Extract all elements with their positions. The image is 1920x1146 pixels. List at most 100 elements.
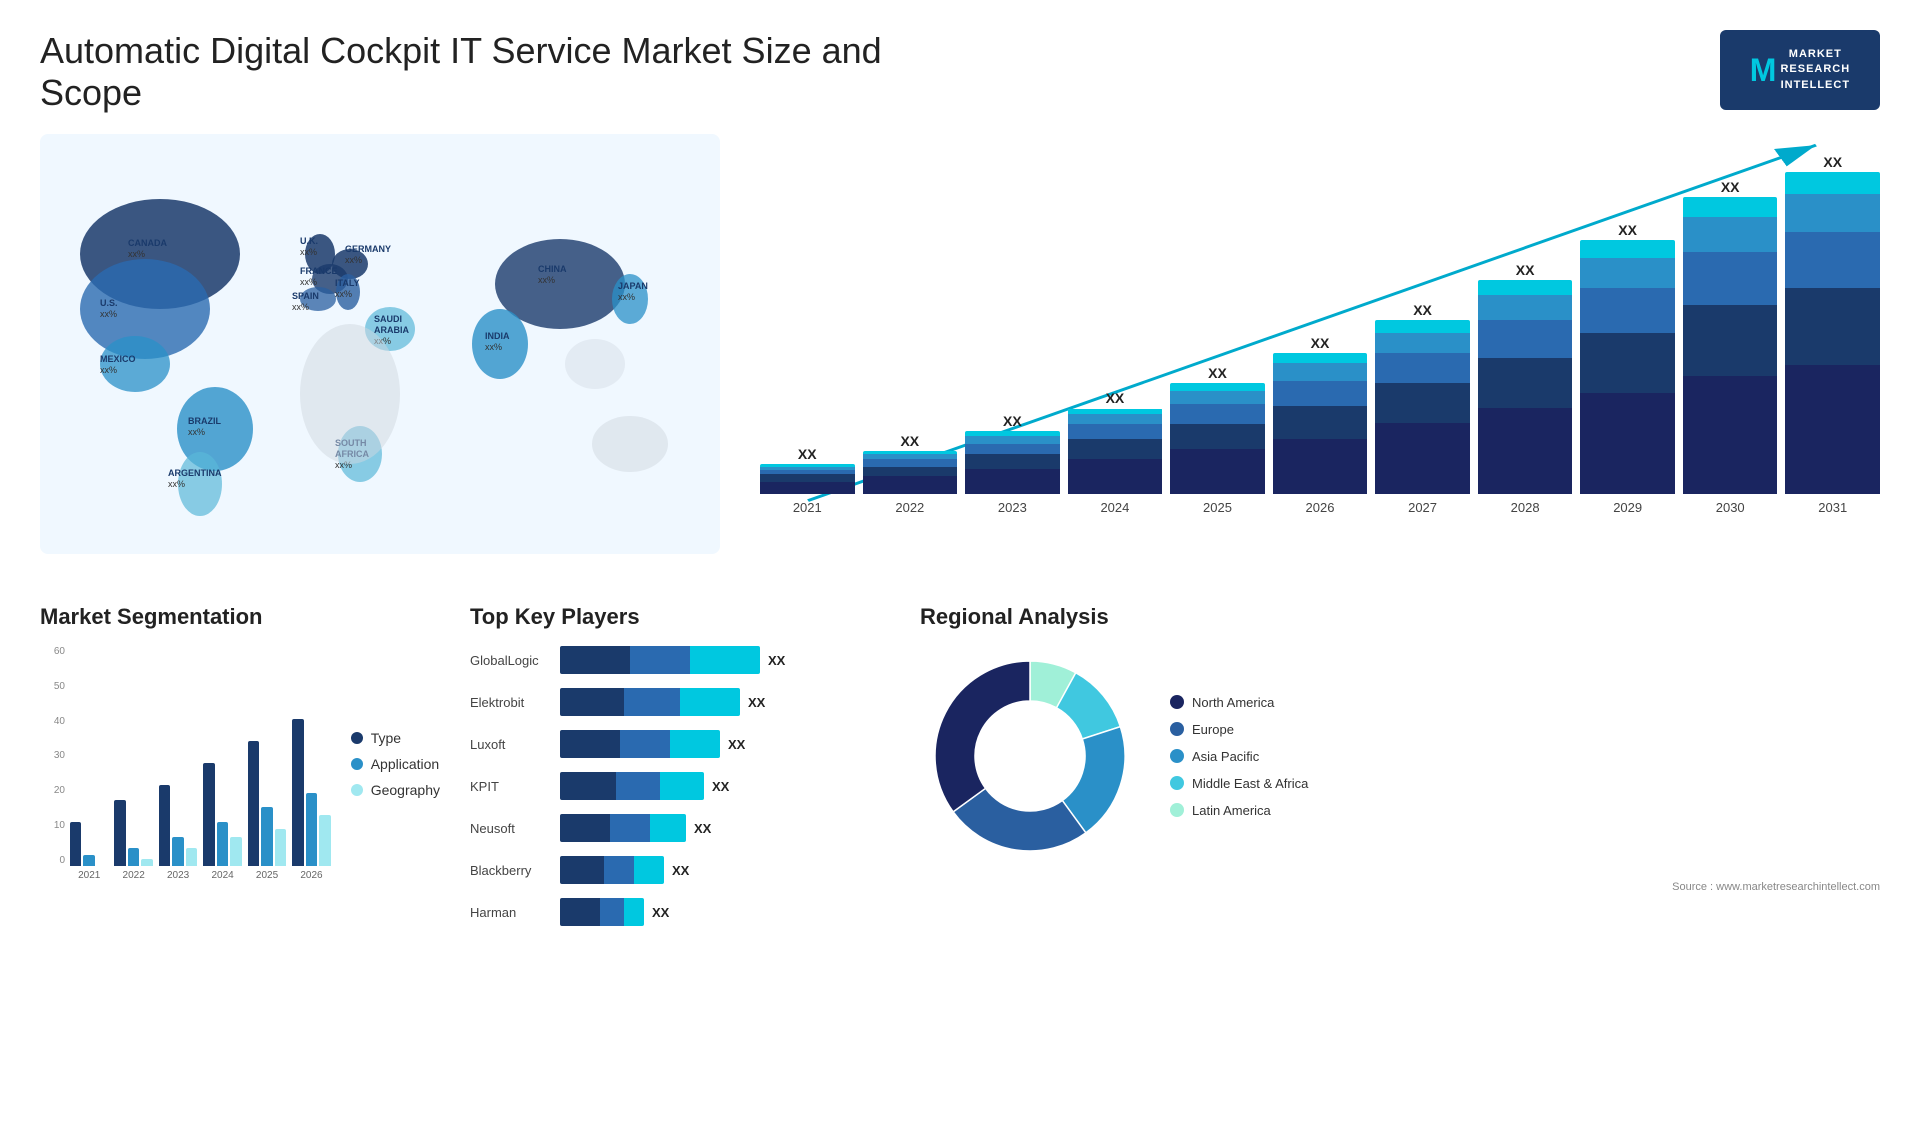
regional-label: Latin America <box>1192 803 1271 818</box>
logo-box: M MARKETRESEARCHINTELLECT <box>1720 30 1880 110</box>
regional-legend-item-middle-east-&-africa: Middle East & Africa <box>1170 776 1308 791</box>
player-seg1 <box>560 772 616 800</box>
legend-label: Application <box>371 756 440 772</box>
bar-column-2027: XX <box>1375 154 1470 494</box>
x-label-2021: 2021 <box>760 500 855 515</box>
y-axis-labels: 60 50 40 30 20 10 0 <box>40 646 65 866</box>
player-bar <box>560 646 760 674</box>
svg-text:xx%: xx% <box>335 289 352 299</box>
player-name: Neusoft <box>470 821 560 836</box>
segmentation-chart: 60 50 40 30 20 10 0 20212022202320242025… <box>40 646 440 881</box>
bar-column-2030: XX <box>1683 154 1778 494</box>
bar-stack-2030 <box>1683 197 1778 494</box>
seg-bar-0-2021 <box>70 822 81 866</box>
player-seg1 <box>560 898 600 926</box>
player-value: XX <box>712 779 729 794</box>
player-value: XX <box>748 695 765 710</box>
bar-stack-2028 <box>1478 280 1573 494</box>
source-text: Source : www.marketresearchintellect.com <box>920 881 1880 893</box>
legend-item-geography: Geography <box>351 782 440 798</box>
bar-seg-1-2024 <box>1068 439 1163 459</box>
bar-column-2026: XX <box>1273 154 1368 494</box>
x-label-2028: 2028 <box>1478 500 1573 515</box>
regional-legend-item-north-america: North America <box>1170 695 1308 710</box>
bar-column-2024: XX <box>1068 154 1163 494</box>
svg-text:ITALY: ITALY <box>335 278 360 288</box>
svg-text:CANADA: CANADA <box>128 238 167 248</box>
bar-seg-2-2027 <box>1375 353 1470 383</box>
seg-bar-2-2023 <box>186 848 197 866</box>
regional-dot <box>1170 803 1184 817</box>
player-value: XX <box>672 863 689 878</box>
player-seg3 <box>624 898 644 926</box>
x-label-2026: 2026 <box>1273 500 1368 515</box>
bar-seg-4-2030 <box>1683 197 1778 217</box>
player-seg3 <box>670 730 720 758</box>
x-label-2022: 2022 <box>863 500 958 515</box>
donut-segment-4 <box>935 661 1030 812</box>
bar-seg-3-2024 <box>1068 414 1163 424</box>
player-value: XX <box>768 653 785 668</box>
svg-text:xx%: xx% <box>300 247 317 257</box>
bar-seg-4-2028 <box>1478 280 1573 295</box>
bar-seg-3-2023 <box>965 436 1060 444</box>
seg-bars <box>70 646 331 866</box>
bar-stack-2022 <box>863 451 958 494</box>
regional-label: Asia Pacific <box>1192 749 1259 764</box>
player-seg3 <box>680 688 740 716</box>
segmentation-section: Market Segmentation 60 50 40 30 20 10 0 … <box>40 604 440 940</box>
svg-text:MEXICO: MEXICO <box>100 354 136 364</box>
player-seg3 <box>634 856 664 884</box>
svg-text:xx%: xx% <box>128 249 145 259</box>
player-seg2 <box>600 898 624 926</box>
bar-seg-2-2023 <box>965 444 1060 454</box>
x-label-2027: 2027 <box>1375 500 1470 515</box>
x-label-2025: 2025 <box>1170 500 1265 515</box>
bar-seg-2-2022 <box>863 459 958 467</box>
svg-text:xx%: xx% <box>300 277 317 287</box>
player-bar <box>560 730 720 758</box>
bar-seg-0-2023 <box>965 469 1060 494</box>
players-title: Top Key Players <box>470 604 890 630</box>
bar-label-2031: XX <box>1823 154 1842 170</box>
regional-label: Europe <box>1192 722 1234 737</box>
player-seg3 <box>690 646 760 674</box>
player-seg2 <box>604 856 634 884</box>
svg-text:SAUDI: SAUDI <box>374 314 402 324</box>
bar-seg-4-2025 <box>1170 383 1265 391</box>
svg-text:xx%: xx% <box>538 275 555 285</box>
seg-bar-1-2026 <box>306 793 317 866</box>
regional-dot <box>1170 749 1184 763</box>
seg-bar-2-2022 <box>141 859 152 866</box>
seg-bar-1-2023 <box>172 837 183 866</box>
player-seg3 <box>650 814 686 842</box>
player-row-elektrobit: ElektrobitXX <box>470 688 890 716</box>
x-label-2023: 2023 <box>965 500 1060 515</box>
regional-dot <box>1170 722 1184 736</box>
bar-seg-4-2027 <box>1375 320 1470 333</box>
bar-seg-0-2029 <box>1580 393 1675 494</box>
bar-label-2025: XX <box>1208 365 1227 381</box>
svg-text:JAPAN: JAPAN <box>618 281 648 291</box>
regional-dot <box>1170 695 1184 709</box>
growth-bar-chart: // Will render via JS below XXXXXXXXXXXX… <box>740 134 1880 574</box>
player-bar <box>560 814 686 842</box>
legend-label: Type <box>371 730 401 746</box>
regional-legend: North America Europe Asia Pacific Middle Ea… <box>1170 695 1308 818</box>
bar-seg-1-2031 <box>1785 288 1880 365</box>
bar-column-2025: XX <box>1170 154 1265 494</box>
seg-group-2022 <box>114 646 152 866</box>
player-row-neusoft: NeusoftXX <box>470 814 890 842</box>
player-value: XX <box>652 905 669 920</box>
player-bar-container: XX <box>560 730 890 758</box>
bar-stack-2024 <box>1068 408 1163 494</box>
logo-m-letter: M <box>1750 52 1777 89</box>
player-seg1 <box>560 814 610 842</box>
player-seg2 <box>610 814 650 842</box>
segmentation-legend: Type Application Geography <box>351 730 440 798</box>
bar-seg-3-2027 <box>1375 333 1470 353</box>
seg-bar-0-2023 <box>159 785 170 866</box>
seg-x-2022: 2022 <box>114 870 152 881</box>
page-title: Automatic Digital Cockpit IT Service Mar… <box>40 30 940 114</box>
svg-text:xx%: xx% <box>618 292 635 302</box>
